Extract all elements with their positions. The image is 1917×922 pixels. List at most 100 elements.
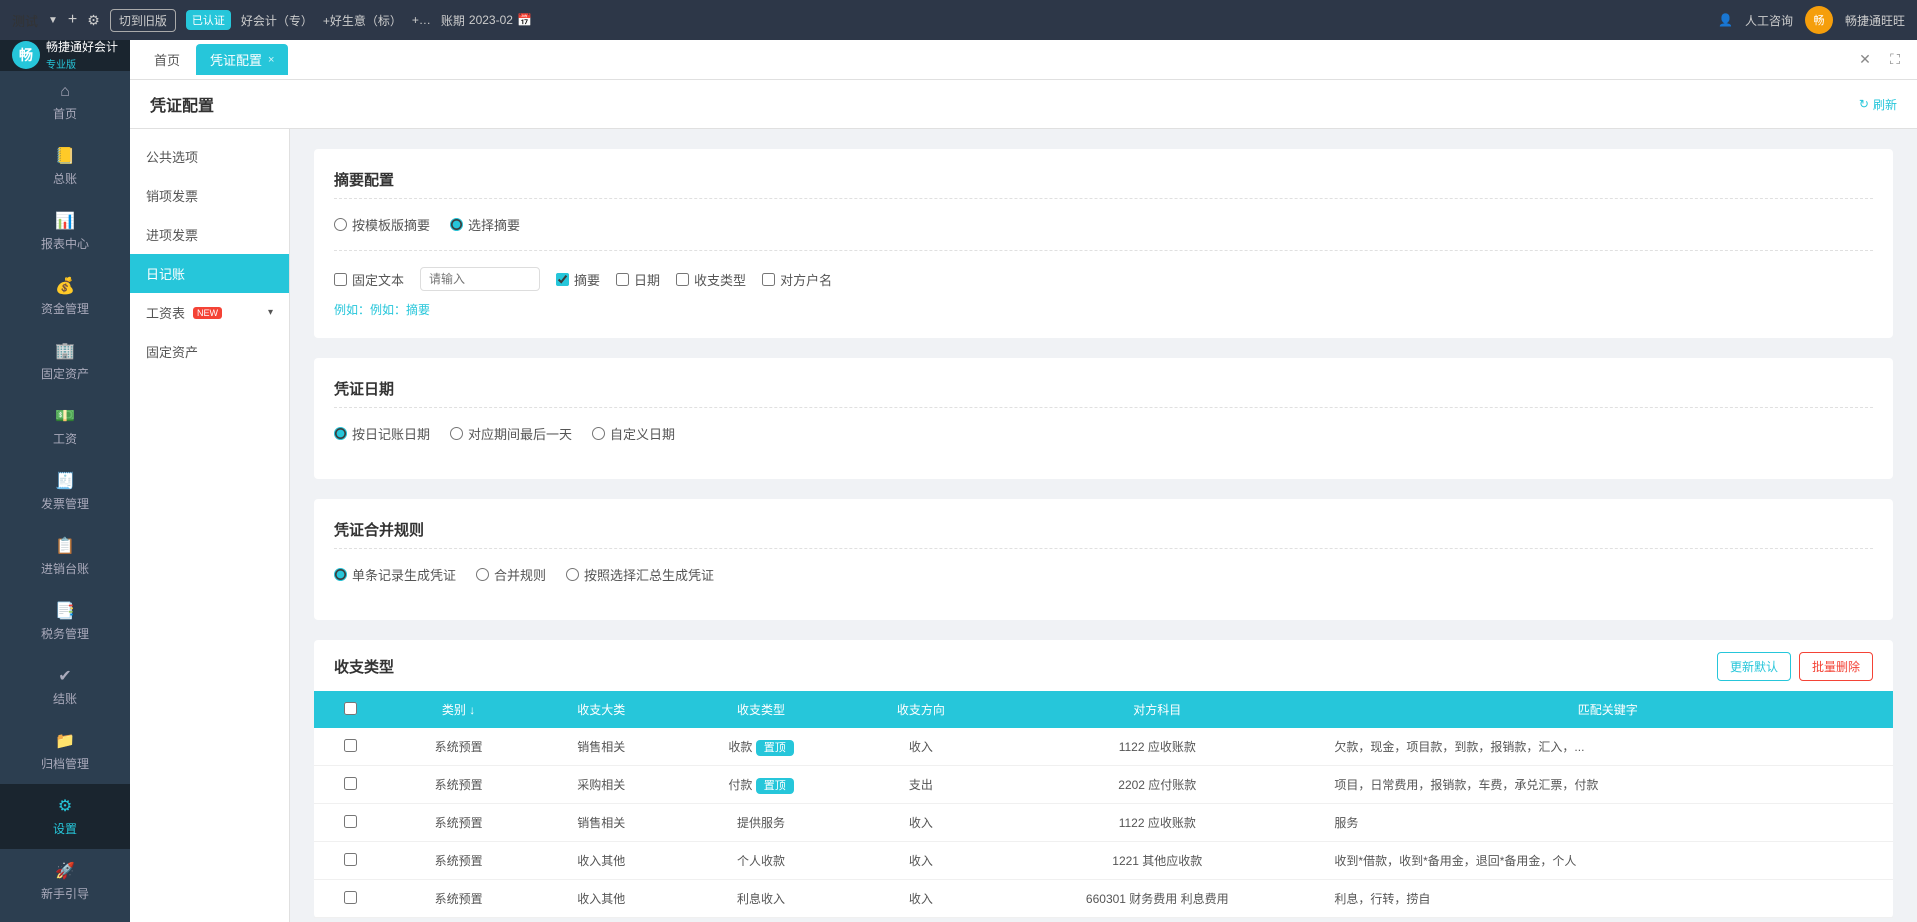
sidebar-item-invoice[interactable]: 🧾 发票管理 (0, 459, 130, 524)
radio-period-end-label[interactable]: 对应期间最后一天 (450, 424, 572, 443)
calendar-icon[interactable]: 📅 (517, 13, 532, 27)
radio-period-end[interactable] (450, 427, 463, 440)
cell-checkbox (314, 804, 387, 842)
sidebar-item-guide[interactable]: 🚀 新手引导 (0, 849, 130, 914)
checkbox-type-label[interactable]: 收支类型 (676, 270, 746, 289)
sidebar-item-home[interactable]: ⌂ 首页 (0, 71, 130, 134)
update-default-button[interactable]: 更新默认 (1717, 652, 1791, 681)
radio-custom[interactable] (592, 427, 605, 440)
table-row: 系统预置 销售相关 提供服务 收入 1122 应收账款 服务 (314, 804, 1893, 842)
purchase-icon: 📋 (55, 536, 75, 556)
checkbox-counterparty[interactable] (762, 273, 775, 286)
checkbox-summary-label[interactable]: 摘要 (556, 270, 600, 289)
sidebar-item-tax[interactable]: 📑 税务管理 (0, 589, 130, 654)
left-nav-public[interactable]: 公共选项 (130, 137, 289, 176)
th-category[interactable]: 类别 ↓ (387, 691, 530, 728)
th-checkbox (314, 691, 387, 728)
radio-summary-merge[interactable] (566, 568, 579, 581)
sidebar-label-purchase-sales: 进销台账 (41, 560, 89, 577)
topbar-gear-icon[interactable]: ⚙ (87, 12, 100, 29)
left-nav-purchase-invoice[interactable]: 进项发票 (130, 215, 289, 254)
checkbox-date-label[interactable]: 日期 (616, 270, 660, 289)
merge-rule-title: 凭证合并规则 (334, 519, 1873, 549)
table-row: 系统预置 收入其他 个人收款 收入 1221 其他应收款 收到*借款，收到*备用… (314, 842, 1893, 880)
sidebar-item-reports[interactable]: 📊 报表中心 (0, 199, 130, 264)
sidebar-item-assets[interactable]: 🏢 固定资产 (0, 329, 130, 394)
left-nav-payroll[interactable]: 工资表 NEW ▾ (130, 293, 289, 332)
checkbox-counterparty-label[interactable]: 对方户名 (762, 270, 832, 289)
batch-delete-button[interactable]: 批量删除 (1799, 652, 1873, 681)
tab-close-icon[interactable]: × (268, 54, 274, 66)
tab-home[interactable]: 首页 (140, 44, 194, 75)
radio-daily-label[interactable]: 按日记账日期 (334, 424, 430, 443)
pin-badge-0[interactable]: 置顶 (756, 740, 794, 756)
left-nav-sales-invoice[interactable]: 销项发票 (130, 176, 289, 215)
row-checkbox-4[interactable] (344, 891, 357, 904)
cell-type: 个人收款 (673, 842, 850, 880)
voucher-date-title: 凭证日期 (334, 378, 1873, 408)
row-checkbox-2[interactable] (344, 815, 357, 828)
cell-type: 提供服务 (673, 804, 850, 842)
topbar-text1: 好会计（专） (241, 12, 313, 29)
refresh-button[interactable]: ↻ 刷新 (1859, 96, 1897, 113)
checkbox-date[interactable] (616, 273, 629, 286)
sidebar-item-archive[interactable]: 📁 归档管理 (0, 719, 130, 784)
tab-voucher-config[interactable]: 凭证配置 × (196, 44, 288, 75)
switch-version-button[interactable]: 切到旧版 (110, 9, 176, 32)
sidebar-item-settings[interactable]: ⚙ 设置 (0, 784, 130, 849)
left-nav-fixed-assets[interactable]: 固定资产 (130, 332, 289, 371)
checkbox-fixed-label[interactable]: 固定文本 (334, 270, 404, 289)
cell-category: 系统预置 (387, 804, 530, 842)
topbar-title: 测试 (12, 11, 38, 30)
topbar-dropdown-icon[interactable]: ▼ (48, 15, 58, 26)
row-checkbox-3[interactable] (344, 853, 357, 866)
checkbox-fixed[interactable] (334, 273, 347, 286)
row-checkbox-0[interactable] (344, 739, 357, 752)
topbar-add-icon[interactable]: + (68, 11, 77, 29)
radio-summary-merge-label[interactable]: 按照选择汇总生成凭证 (566, 565, 714, 584)
window-close-button[interactable]: ✕ (1853, 48, 1877, 72)
pin-badge-1[interactable]: 置顶 (756, 778, 794, 794)
sidebar-item-funds[interactable]: 💰 资金管理 (0, 264, 130, 329)
funds-icon: 💰 (55, 276, 75, 296)
table-head-row: 类别 ↓ 收支大类 收支类型 收支方向 对方科目 匹配关键字 (314, 691, 1893, 728)
radio-select-label[interactable]: 选择摘要 (450, 215, 520, 234)
radio-template-label[interactable]: 按模板版摘要 (334, 215, 430, 234)
service-icon: 👤 (1718, 13, 1733, 27)
topbar: 测试 ▼ + ⚙ 切到旧版 已认证 好会计（专） +好生意（标） +… 账期 2… (0, 0, 1917, 40)
radio-single-label[interactable]: 单条记录生成凭证 (334, 565, 456, 584)
checkbox-summary[interactable] (556, 273, 569, 286)
radio-custom-label[interactable]: 自定义日期 (592, 424, 675, 443)
left-nav: 公共选项 销项发票 进项发票 日记账 工资表 NEW ▾ 固定资产 (130, 129, 290, 922)
cell-checkbox (314, 842, 387, 880)
sidebar-item-close[interactable]: ✔ 结账 (0, 654, 130, 719)
sidebar-item-salary[interactable]: 💵 工资 (0, 394, 130, 459)
sidebar-item-ledger[interactable]: 📒 总账 (0, 134, 130, 199)
radio-merge[interactable] (476, 568, 489, 581)
left-nav-journal[interactable]: 日记账 (130, 254, 289, 293)
settings-icon: ⚙ (58, 796, 72, 816)
cell-direction: 收入 (850, 804, 993, 842)
radio-daily[interactable] (334, 427, 347, 440)
sidebar-label-close: 结账 (53, 690, 77, 707)
window-maximize-button[interactable]: ⛶ (1883, 48, 1907, 72)
income-expense-table: 类别 ↓ 收支大类 收支类型 收支方向 对方科目 匹配关键字 系统预置 销售相关… (314, 691, 1893, 918)
cell-major-type: 采购相关 (530, 766, 673, 804)
fixed-text-input[interactable] (420, 267, 540, 291)
summary-radio-group: 按模板版摘要 选择摘要 (334, 215, 1873, 234)
checkbox-type[interactable] (676, 273, 689, 286)
service-btn[interactable]: 人工咨询 (1745, 12, 1793, 29)
radio-select[interactable] (450, 218, 463, 231)
radio-merge-label[interactable]: 合并规则 (476, 565, 546, 584)
content-area: 公共选项 销项发票 进项发票 日记账 工资表 NEW ▾ 固定资产 (130, 129, 1917, 922)
select-all-checkbox[interactable] (344, 702, 357, 715)
sidebar-item-member[interactable]: ★ 畅会员 (0, 914, 130, 922)
cell-contra: 1122 应收账款 (992, 804, 1322, 842)
home-icon: ⌂ (60, 83, 70, 101)
sidebar-item-purchase-sales[interactable]: 📋 进销台账 (0, 524, 130, 589)
row-checkbox-1[interactable] (344, 777, 357, 790)
logo: 畅 畅捷通好会计 专业版 (0, 40, 130, 71)
radio-template[interactable] (334, 218, 347, 231)
cell-keywords: 服务 (1322, 804, 1893, 842)
radio-single[interactable] (334, 568, 347, 581)
